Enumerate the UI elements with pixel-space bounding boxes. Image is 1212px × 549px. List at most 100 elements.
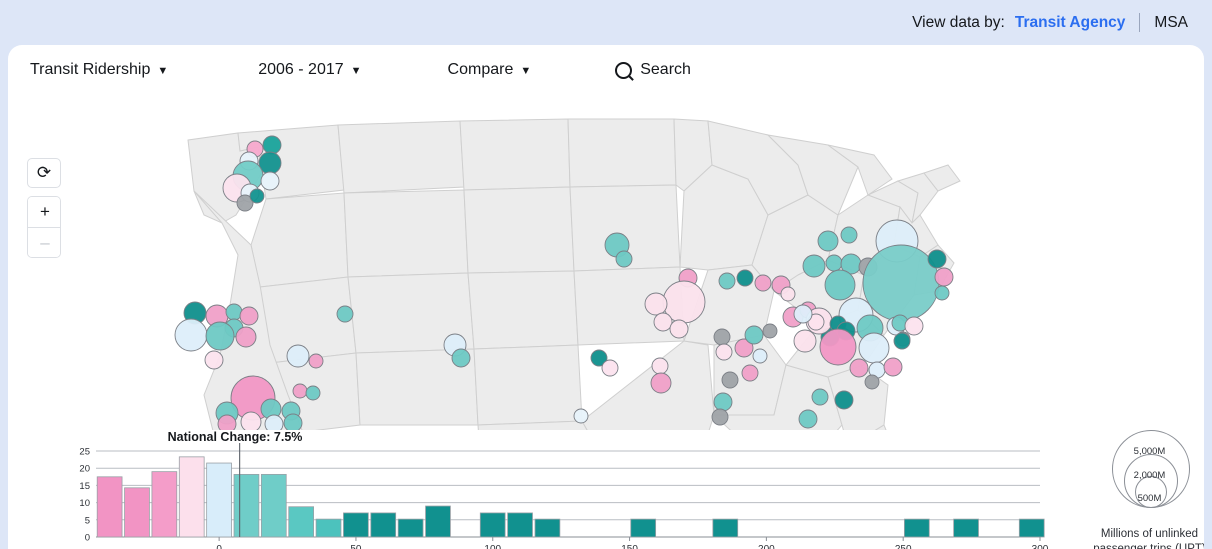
histogram-bar[interactable] <box>397 518 424 538</box>
histogram-bar[interactable] <box>206 462 232 538</box>
usa-bubble-map[interactable] <box>8 95 1204 430</box>
map-bubble[interactable] <box>650 372 672 394</box>
map-bubble[interactable] <box>793 304 813 324</box>
histogram-bar[interactable] <box>178 456 205 538</box>
histogram-bar[interactable] <box>534 518 561 538</box>
map-bubble[interactable] <box>849 358 869 378</box>
map-bubble[interactable] <box>862 244 940 322</box>
histogram-bar[interactable] <box>903 518 930 538</box>
map-bubble[interactable] <box>601 359 619 377</box>
map-bubble[interactable] <box>225 303 243 321</box>
histogram-bar[interactable] <box>479 512 506 538</box>
toolbar-years-dropdown[interactable]: 2006 - 2017 ▼ <box>258 61 361 79</box>
histogram-bar[interactable] <box>630 518 657 538</box>
map-bubble[interactable] <box>754 274 772 292</box>
histogram-bar[interactable] <box>96 476 123 538</box>
histogram-bar[interactable] <box>288 506 314 538</box>
map-bubble[interactable] <box>217 414 237 430</box>
map-bubble[interactable] <box>780 286 796 302</box>
map-bubble[interactable] <box>825 254 843 272</box>
map-bubble[interactable] <box>802 254 826 278</box>
map-bubble[interactable] <box>308 353 324 369</box>
histogram-chart[interactable]: 0 5 10 15 20 25 0 50 100 150 200 250 300 <box>8 430 1204 549</box>
histogram-panel: Number of transit agencies 0510152025 05… <box>8 430 1204 549</box>
histogram-bar[interactable] <box>712 518 739 538</box>
map-bubble[interactable] <box>736 269 754 287</box>
map-bubble[interactable] <box>927 249 947 269</box>
histogram-bar[interactable] <box>507 512 533 538</box>
map-bubble[interactable] <box>934 267 954 287</box>
map-bubble[interactable] <box>893 332 911 350</box>
histogram-bar[interactable] <box>151 471 178 538</box>
map-bubble[interactable] <box>811 388 829 406</box>
map-bubble[interactable] <box>934 285 950 301</box>
map-bubble[interactable] <box>336 305 354 323</box>
map-bubble[interactable] <box>205 321 235 351</box>
map-bubble[interactable] <box>240 411 262 430</box>
map-bubble[interactable] <box>249 188 265 204</box>
map-bubble[interactable] <box>669 319 689 339</box>
view-by-msa-link[interactable]: MSA <box>1154 14 1188 32</box>
histogram-bar[interactable] <box>953 518 979 538</box>
map-bubble[interactable] <box>793 329 817 353</box>
map-bubble[interactable] <box>858 332 890 364</box>
map-bubble[interactable] <box>715 343 733 361</box>
histogram-bar[interactable] <box>260 473 287 538</box>
map-bubble[interactable] <box>451 348 471 368</box>
map-bubble[interactable] <box>824 269 856 301</box>
map-bubble[interactable] <box>260 171 280 191</box>
histogram-bar[interactable] <box>370 512 397 538</box>
toolbar-search-button[interactable]: Search <box>615 61 691 79</box>
map-bubble[interactable] <box>204 350 224 370</box>
map-bubble[interactable] <box>713 392 733 412</box>
map-reset-button[interactable]: ⟳ <box>27 158 61 188</box>
map-bubble[interactable] <box>615 250 633 268</box>
view-by-divider <box>1139 13 1141 32</box>
map-bubble[interactable] <box>817 230 839 252</box>
map-bubble[interactable] <box>262 135 282 155</box>
map-bubble[interactable] <box>713 328 731 346</box>
histogram-bar[interactable] <box>1018 518 1045 538</box>
map-container[interactable]: ⟳ + – <box>8 95 1204 430</box>
map-zoom-out-button[interactable]: – <box>28 227 60 257</box>
map-bubble[interactable] <box>653 312 673 332</box>
map-bubble[interactable] <box>651 357 669 375</box>
map-bubble[interactable] <box>239 306 259 326</box>
chevron-down-icon: ▼ <box>520 64 532 77</box>
map-bubble[interactable] <box>292 383 308 399</box>
map-bubble[interactable] <box>718 272 736 290</box>
histogram-bar[interactable] <box>124 487 150 538</box>
histogram-bar[interactable] <box>425 505 451 538</box>
legend-label-small: 500M <box>1137 493 1162 504</box>
map-bubble[interactable] <box>798 409 818 429</box>
map-bubble[interactable] <box>573 408 589 424</box>
map-bubble[interactable] <box>286 344 310 368</box>
map-bubble[interactable] <box>711 408 729 426</box>
map-bubble[interactable] <box>264 414 284 430</box>
map-bubble[interactable] <box>305 385 321 401</box>
map-bubble[interactable] <box>834 390 854 410</box>
map-bubble[interactable] <box>752 348 768 364</box>
toolbar-compare-label: Compare <box>447 61 514 78</box>
map-bubble[interactable] <box>864 374 880 390</box>
view-by-transit-agency-link[interactable]: Transit Agency <box>1015 14 1126 32</box>
toolbar-compare-dropdown[interactable]: Compare ▼ <box>448 61 532 79</box>
legend-label-medium: 2,000M <box>1133 470 1166 481</box>
histogram-bar[interactable] <box>233 473 260 538</box>
toolbar-metric-dropdown[interactable]: Transit Ridership ▼ <box>30 61 168 79</box>
map-bubble[interactable] <box>644 292 668 316</box>
histogram-bar[interactable] <box>343 512 369 538</box>
map-bubble[interactable] <box>283 413 303 430</box>
map-bubble[interactable] <box>904 316 924 336</box>
map-bubble[interactable] <box>762 323 778 339</box>
map-bubble[interactable] <box>174 318 208 352</box>
map-bubble[interactable] <box>819 328 857 366</box>
map-zoom-in-button[interactable]: + <box>28 197 60 227</box>
map-bubble[interactable] <box>744 325 764 345</box>
map-bubble[interactable] <box>883 357 903 377</box>
map-bubble[interactable] <box>741 364 759 382</box>
map-bubble[interactable] <box>235 326 257 348</box>
map-bubble[interactable] <box>840 226 858 244</box>
map-bubble[interactable] <box>721 371 739 389</box>
histogram-bar[interactable] <box>315 518 342 538</box>
